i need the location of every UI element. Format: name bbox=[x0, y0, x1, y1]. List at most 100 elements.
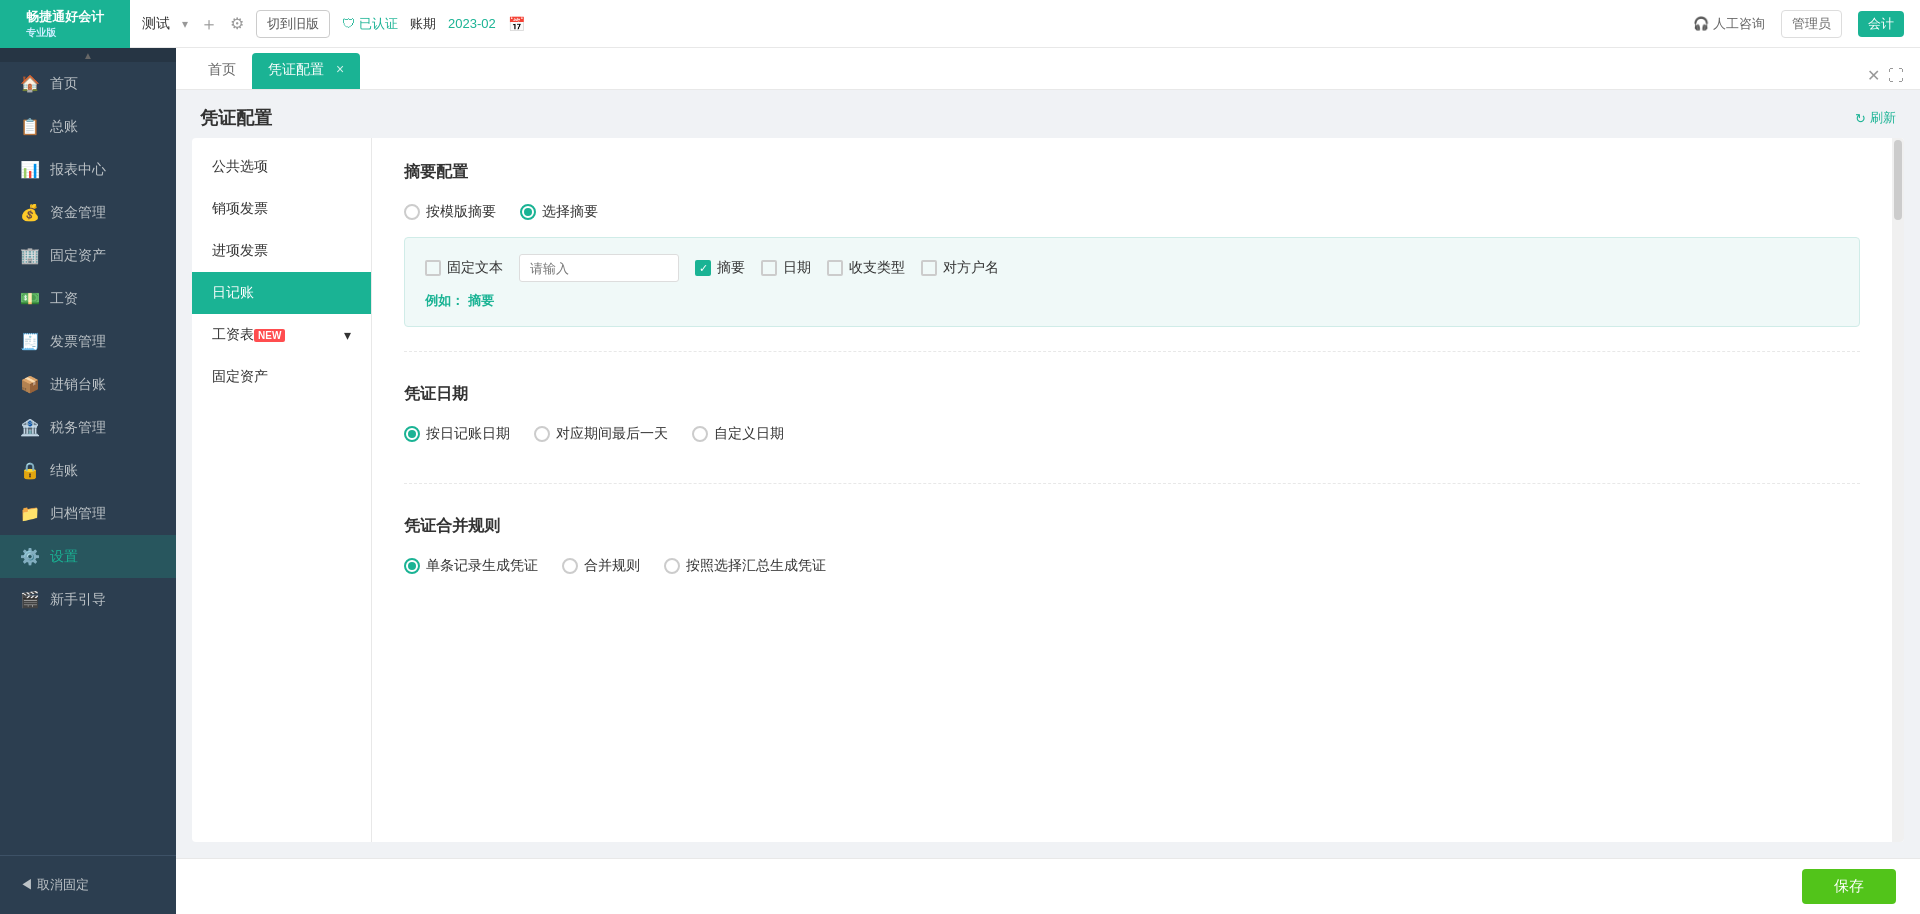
config-nav-sales[interactable]: 销项发票 bbox=[192, 188, 371, 230]
checkbox-fixed-text[interactable]: 固定文本 bbox=[425, 259, 503, 277]
sidebar-item-trade[interactable]: 📦 进销台账 bbox=[0, 363, 176, 406]
sidebar-item-salary[interactable]: 💵 工资 bbox=[0, 277, 176, 320]
abstract-example: 例如： 摘要 bbox=[425, 292, 1839, 310]
tab-close-icon[interactable]: × bbox=[336, 61, 344, 77]
tab-home[interactable]: 首页 bbox=[192, 53, 252, 89]
sidebar-item-close[interactable]: 🔒 结账 bbox=[0, 449, 176, 492]
period-label: 账期 bbox=[410, 15, 436, 33]
sidebar-item-finance[interactable]: 💰 资金管理 bbox=[0, 191, 176, 234]
sidebar-label-archive: 归档管理 bbox=[50, 505, 106, 523]
topbar-right: 🎧 人工咨询 管理员 会计 bbox=[1693, 10, 1904, 38]
abstract-radio-group: 按模版摘要 选择摘要 bbox=[404, 203, 1860, 221]
sidebar-icon-guide: 🎬 bbox=[20, 590, 40, 609]
sidebar-item-settings[interactable]: ⚙️ 设置 bbox=[0, 535, 176, 578]
checkbox-abstract[interactable]: ✓ 摘要 bbox=[695, 259, 745, 277]
config-nav-label-fixed_assets: 固定资产 bbox=[212, 368, 268, 386]
radio-journal-date[interactable]: 按日记账日期 bbox=[404, 425, 510, 443]
config-nav-fixed_assets[interactable]: 固定资产 bbox=[192, 356, 371, 398]
cancel-fixed-button[interactable]: ◀ 取消固定 bbox=[0, 866, 176, 904]
sidebar-scroll-up[interactable]: ▲ bbox=[0, 48, 176, 62]
page-title: 凭证配置 bbox=[200, 106, 272, 130]
config-nav-label-payroll: 工资表 bbox=[212, 326, 254, 344]
sidebar-item-ledger[interactable]: 📋 总账 bbox=[0, 105, 176, 148]
sidebar-label-report: 报表中心 bbox=[50, 161, 106, 179]
sidebar-label-settings: 设置 bbox=[50, 548, 78, 566]
merge-title: 凭证合并规则 bbox=[404, 516, 1860, 537]
right-scrollbar[interactable] bbox=[1892, 138, 1904, 842]
sidebar-icon-archive: 📁 bbox=[20, 504, 40, 523]
sidebar-item-invoice[interactable]: 🧾 发票管理 bbox=[0, 320, 176, 363]
counterparty-checkbox bbox=[921, 260, 937, 276]
sidebar-item-tax[interactable]: 🏦 税务管理 bbox=[0, 406, 176, 449]
admin-button[interactable]: 管理员 bbox=[1781, 10, 1842, 38]
sidebar-label-assets: 固定资产 bbox=[50, 247, 106, 265]
custom-date-circle bbox=[692, 426, 708, 442]
tab-actions: ✕ ⛶ bbox=[1867, 66, 1904, 89]
logo-subtitle: 专业版 bbox=[26, 26, 104, 40]
close-window-icon[interactable]: ✕ bbox=[1867, 66, 1880, 85]
consult-button[interactable]: 🎧 人工咨询 bbox=[1693, 15, 1765, 33]
radio-single-record[interactable]: 单条记录生成凭证 bbox=[404, 557, 538, 575]
config-nav-label-sales: 销项发票 bbox=[212, 200, 268, 218]
config-nav-journal[interactable]: 日记账 bbox=[192, 272, 371, 314]
config-nav: 公共选项销项发票进项发票日记账工资表NEW▾ 固定资产 bbox=[192, 138, 372, 842]
gear-icon[interactable]: ⚙ bbox=[230, 14, 244, 33]
sidebar-icon-tax: 🏦 bbox=[20, 418, 40, 437]
sidebar-icon-assets: 🏢 bbox=[20, 246, 40, 265]
radio-select-circle bbox=[520, 204, 536, 220]
sidebar-icon-invoice: 🧾 bbox=[20, 332, 40, 351]
company-name: 测试 bbox=[142, 15, 170, 33]
tab-voucher-config[interactable]: 凭证配置 × bbox=[252, 53, 360, 89]
checkbox-date[interactable]: 日期 bbox=[761, 259, 811, 277]
merge-rules-section: 凭证合并规则 单条记录生成凭证 合并规则 bbox=[404, 516, 1860, 615]
topbar: 畅捷通好会计 专业版 测试 ▾ ＋ ⚙ 切到旧版 🛡 已认证 账期 2023-0… bbox=[0, 0, 1920, 48]
calendar-icon[interactable]: 📅 bbox=[508, 16, 525, 32]
sidebar-label-close: 结账 bbox=[50, 462, 78, 480]
sidebar-label-ledger: 总账 bbox=[50, 118, 78, 136]
fixed-text-input[interactable] bbox=[519, 254, 679, 282]
checkbox-counterparty[interactable]: 对方户名 bbox=[921, 259, 999, 277]
page-content: 凭证配置 ↻ 刷新 公共选项销项发票进项发票日记账工资表NEW▾ 固定资产 摘要配… bbox=[176, 90, 1920, 914]
add-icon[interactable]: ＋ bbox=[200, 12, 218, 36]
config-nav-payroll[interactable]: 工资表NEW▾ bbox=[192, 314, 371, 356]
radio-select-merge[interactable]: 按照选择汇总生成凭证 bbox=[664, 557, 826, 575]
radio-template-abstract[interactable]: 按模版摘要 bbox=[404, 203, 496, 221]
income-type-checkbox bbox=[827, 260, 843, 276]
merge-radio-group: 单条记录生成凭证 合并规则 按照选择汇总生成凭证 bbox=[404, 557, 1860, 575]
radio-merge-rule[interactable]: 合并规则 bbox=[562, 557, 640, 575]
company-dropdown-icon[interactable]: ▾ bbox=[182, 17, 188, 31]
abstract-title: 摘要配置 bbox=[404, 162, 1860, 183]
period-value: 2023-02 bbox=[448, 16, 496, 31]
sidebar-item-assets[interactable]: 🏢 固定资产 bbox=[0, 234, 176, 277]
journal-date-circle bbox=[404, 426, 420, 442]
scrollbar-thumb[interactable] bbox=[1894, 140, 1902, 220]
sidebar-item-guide[interactable]: 🎬 新手引导 bbox=[0, 578, 176, 621]
sidebar-icon-ledger: 📋 bbox=[20, 117, 40, 136]
expand-icon[interactable]: ⛶ bbox=[1888, 67, 1904, 85]
sidebar-icon-report: 📊 bbox=[20, 160, 40, 179]
voucher-date-section: 凭证日期 按日记账日期 对应期间最后一天 bbox=[404, 384, 1860, 484]
old-version-button[interactable]: 切到旧版 bbox=[256, 10, 330, 38]
cancel-fixed-label: ◀ 取消固定 bbox=[20, 876, 89, 894]
config-layout: 公共选项销项发票进项发票日记账工资表NEW▾ 固定资产 摘要配置 按模版摘要 bbox=[192, 138, 1904, 842]
config-nav-purchase[interactable]: 进项发票 bbox=[192, 230, 371, 272]
sidebar-item-report[interactable]: 📊 报表中心 bbox=[0, 148, 176, 191]
refresh-button[interactable]: ↻ 刷新 bbox=[1855, 109, 1896, 127]
radio-period-last[interactable]: 对应期间最后一天 bbox=[534, 425, 668, 443]
sidebar-item-home[interactable]: 🏠 首页 bbox=[0, 62, 176, 105]
checkbox-income-type[interactable]: 收支类型 bbox=[827, 259, 905, 277]
radio-select-abstract[interactable]: 选择摘要 bbox=[520, 203, 598, 221]
accountant-button[interactable]: 会计 bbox=[1858, 11, 1904, 37]
sidebar-label-tax: 税务管理 bbox=[50, 419, 106, 437]
config-nav-public[interactable]: 公共选项 bbox=[192, 146, 371, 188]
date-checkbox bbox=[761, 260, 777, 276]
radio-custom-date[interactable]: 自定义日期 bbox=[692, 425, 784, 443]
sidebar-icon-finance: 💰 bbox=[20, 203, 40, 222]
headset-icon: 🎧 bbox=[1693, 16, 1709, 31]
sidebar-item-archive[interactable]: 📁 归档管理 bbox=[0, 492, 176, 535]
arrow-icon-payroll: ▾ bbox=[344, 327, 351, 343]
example-value: 摘要 bbox=[468, 293, 494, 308]
date-radio-group: 按日记账日期 对应期间最后一天 自定义日期 bbox=[404, 425, 1860, 443]
save-button[interactable]: 保存 bbox=[1802, 869, 1896, 904]
sidebar-label-guide: 新手引导 bbox=[50, 591, 106, 609]
